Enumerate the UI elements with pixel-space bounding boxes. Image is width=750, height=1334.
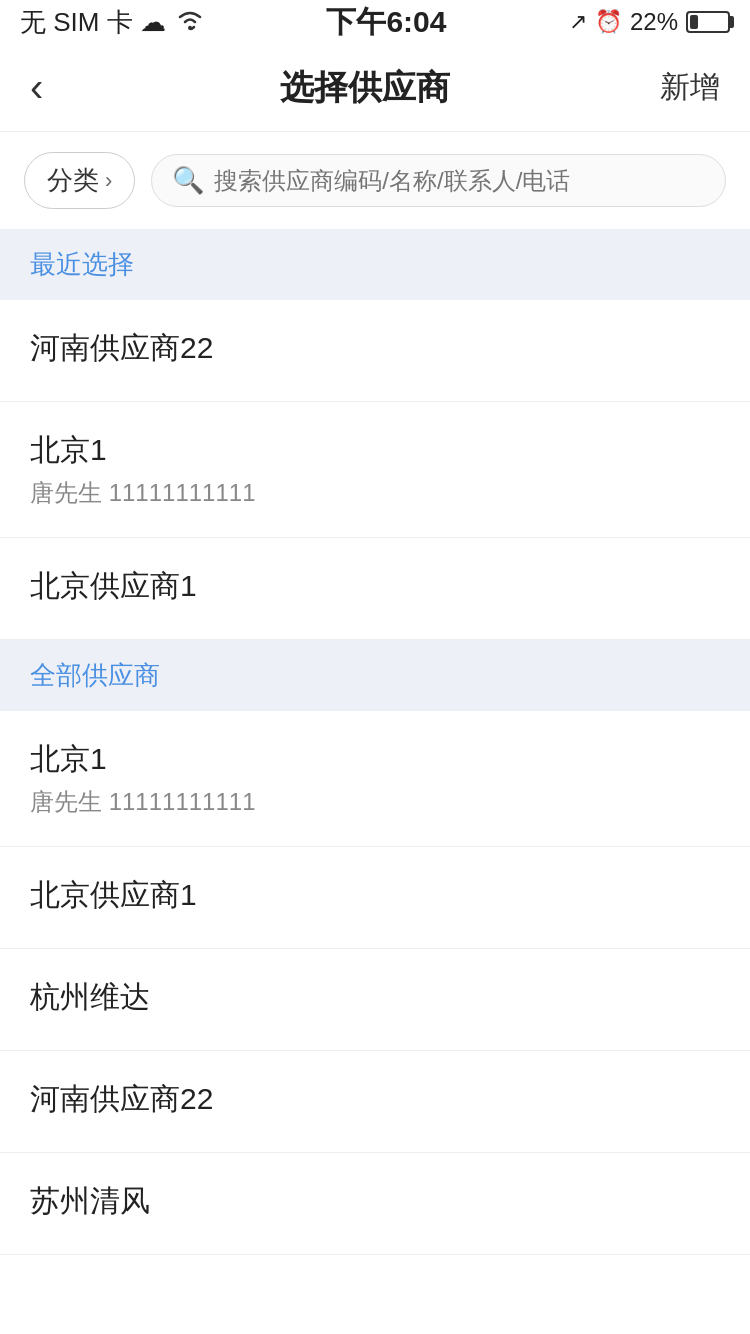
item-name: 河南供应商22 [30, 1079, 720, 1120]
item-name: 北京1 [30, 430, 720, 471]
all-list-item[interactable]: 河南供应商22 [0, 1051, 750, 1153]
recent-list-item[interactable]: 河南供应商22 [0, 300, 750, 402]
battery-icon [686, 11, 730, 33]
recent-section-header: 最近选择 [0, 229, 750, 300]
category-button[interactable]: 分类 › [24, 152, 135, 209]
item-name: 苏州清风 [30, 1181, 720, 1222]
status-bar: 无 SIM 卡 ☁ 下午6:04 ↗ ⏰ 22% [0, 0, 750, 44]
wifi-icon [176, 7, 204, 38]
category-label: 分类 [47, 163, 99, 198]
alarm-icon: ⏰ [595, 9, 622, 35]
recent-items-list: 河南供应商22 北京1 唐先生 11111111111 北京供应商1 [0, 300, 750, 640]
battery-percent: 22% [630, 8, 678, 36]
all-list-item[interactable]: 杭州维达 [0, 949, 750, 1051]
status-time: 下午6:04 [326, 2, 446, 43]
all-list-item[interactable]: 苏州清风 [0, 1153, 750, 1255]
status-left: 无 SIM 卡 ☁ [20, 5, 204, 40]
item-name: 北京供应商1 [30, 566, 720, 607]
recent-list-item[interactable]: 北京供应商1 [0, 538, 750, 640]
item-name: 北京1 [30, 739, 720, 780]
item-name: 杭州维达 [30, 977, 720, 1018]
filter-bar: 分类 › 🔍 [0, 132, 750, 229]
item-name: 河南供应商22 [30, 328, 720, 369]
all-items-list: 北京1 唐先生 11111111111 北京供应商1 杭州维达河南供应商22 苏州清风 [0, 711, 750, 1255]
battery-fill [690, 15, 698, 29]
chevron-right-icon: › [105, 168, 112, 194]
page-title: 选择供应商 [280, 65, 450, 111]
search-input[interactable] [214, 167, 705, 195]
item-sub: 唐先生 11111111111 [30, 786, 720, 818]
back-button[interactable]: ‹ [30, 65, 90, 110]
recent-list-item[interactable]: 北京1 唐先生 11111111111 [0, 402, 750, 538]
recent-label: 最近选择 [30, 249, 134, 279]
all-list-item[interactable]: 北京1 唐先生 11111111111 [0, 711, 750, 847]
sim-status: 无 SIM 卡 ☁ [20, 5, 166, 40]
nav-bar: ‹ 选择供应商 新增 [0, 44, 750, 132]
status-right: ↗ ⏰ 22% [569, 8, 730, 36]
search-icon: 🔍 [172, 165, 204, 196]
all-label: 全部供应商 [30, 660, 160, 690]
all-section-header: 全部供应商 [0, 640, 750, 711]
search-bar: 🔍 [151, 154, 726, 207]
item-name: 北京供应商1 [30, 875, 720, 916]
item-sub: 唐先生 11111111111 [30, 477, 720, 509]
add-button[interactable]: 新增 [640, 67, 720, 108]
svg-point-0 [188, 26, 192, 30]
all-list-item[interactable]: 北京供应商1 [0, 847, 750, 949]
location-icon: ↗ [569, 9, 587, 35]
